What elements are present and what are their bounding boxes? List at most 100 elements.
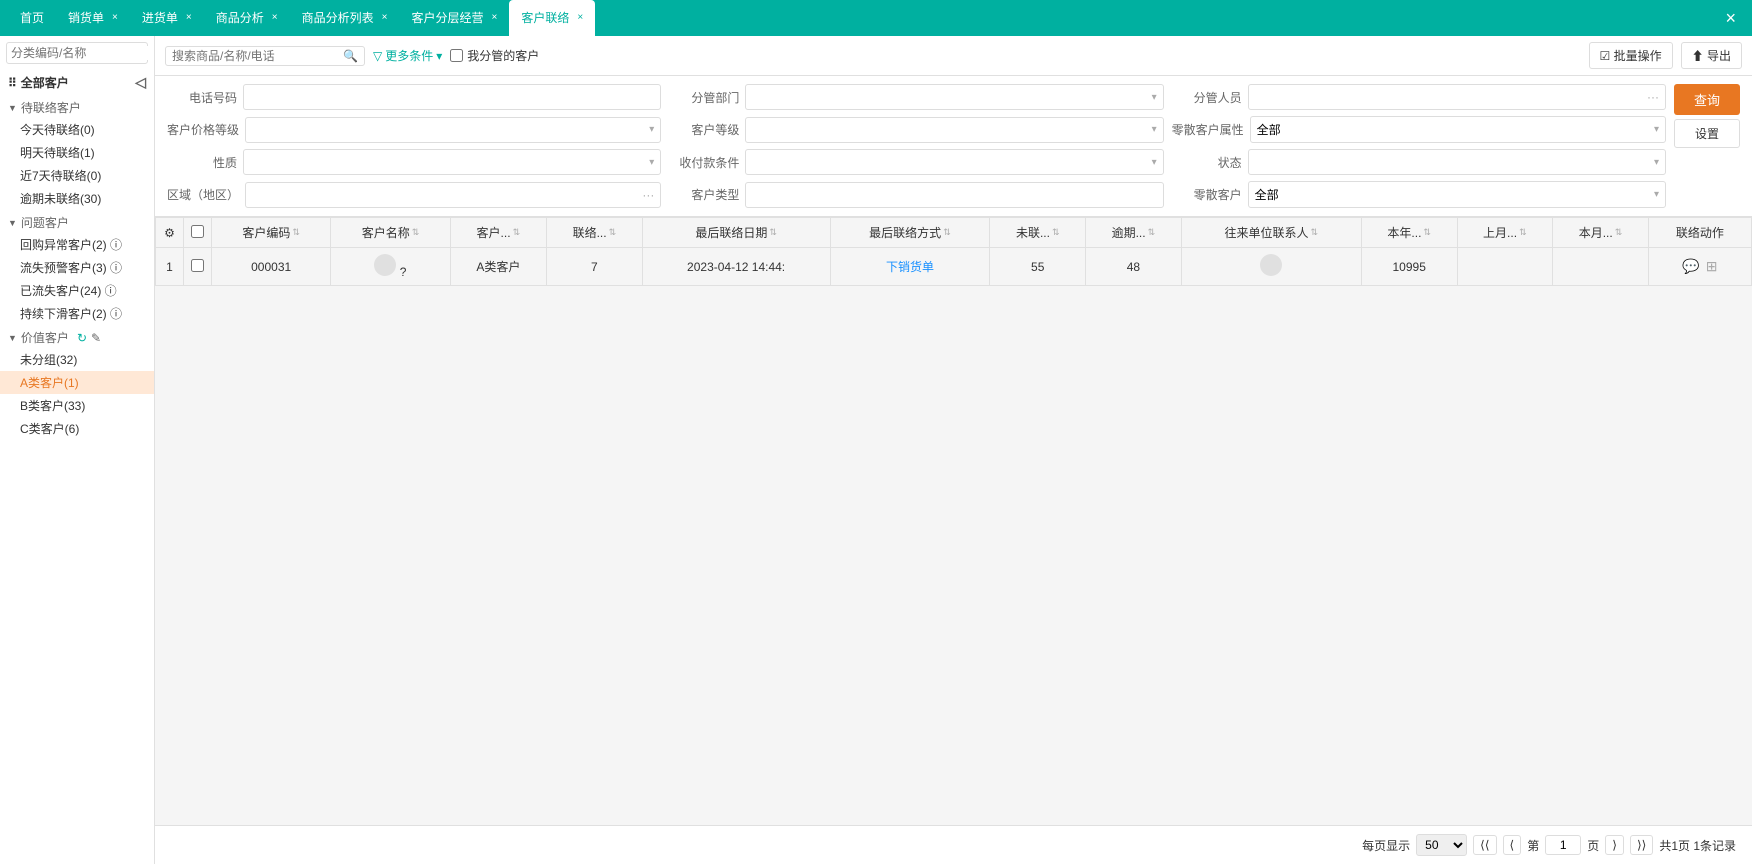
sidebar-item-churned[interactable]: 已流失客户(24) ⓘ — [0, 279, 154, 302]
sidebar-collapse-icon[interactable]: ◁ — [135, 74, 146, 91]
pagination-bar: 每页显示 50 10 20 100 ⟨⟨ ⟨ 第 页 ⟩ ⟩⟩ 共1页 1条记录 — [155, 825, 1752, 864]
region-input[interactable]: ··· — [245, 182, 661, 208]
nav-customer-contact[interactable]: 客户联络 × — [509, 0, 595, 36]
row-not-contacted: 55 — [990, 248, 1086, 286]
nav-purchase-order[interactable]: 进货单 × — [130, 0, 204, 36]
sidebar-item-class-a[interactable]: A类客户(1) — [0, 371, 154, 394]
nature-select[interactable]: ▾ — [243, 149, 661, 175]
sidebar-search-box[interactable]: 🔍 — [6, 42, 148, 64]
col-settings[interactable]: ⚙ — [156, 218, 184, 248]
triangle-down-icon: ▼ — [8, 103, 17, 113]
col-this-month[interactable]: 本月... ⇅ — [1553, 218, 1649, 248]
sidebar-item-churn-warning[interactable]: 流失预警客户(3) ⓘ — [0, 256, 154, 279]
filter-search-input[interactable] — [172, 49, 343, 63]
nav-product-analysis-list[interactable]: 商品分析列表 × — [290, 0, 400, 36]
close-customer-segment-icon[interactable]: × — [491, 0, 497, 36]
my-customers-checkbox[interactable]: 我分管的客户 — [450, 47, 539, 64]
row-last-contact-method[interactable]: 下销货单 — [830, 248, 990, 286]
filter-row-3: 性质 ▾ 收付款条件 ▾ 状态 — [167, 149, 1666, 175]
sidebar-item-class-c[interactable]: C类客户(6) — [0, 417, 154, 440]
retail-customer-select[interactable]: 全部▾ — [1248, 181, 1666, 208]
per-page-select[interactable]: 50 10 20 100 — [1416, 834, 1467, 856]
last-page-button[interactable]: ⟩⟩ — [1630, 835, 1653, 855]
qr-action-icon[interactable]: ⊞ — [1706, 258, 1718, 275]
filter-search-icon: 🔍 — [343, 49, 358, 63]
nature-label: 性质 — [167, 154, 237, 171]
retail-customer-label: 零散客户 — [1172, 186, 1242, 203]
filter-search-box[interactable]: 🔍 — [165, 46, 365, 66]
nav-sales-order[interactable]: 销货单 × — [56, 0, 130, 36]
export-button[interactable]: ⬆ 导出 — [1681, 42, 1742, 69]
sort-icon-cat: ⇅ — [513, 227, 521, 238]
manager-input[interactable]: ··· — [1248, 84, 1666, 110]
sidebar-item-today-contact[interactable]: 今天待联络(0) — [0, 118, 154, 141]
global-close-button[interactable]: × — [1717, 8, 1744, 29]
row-name: ? — [331, 248, 450, 286]
customer-type-input[interactable] — [745, 182, 1163, 208]
query-button[interactable]: 查询 — [1674, 84, 1740, 115]
row-checkbox[interactable] — [184, 248, 212, 286]
close-product-analysis-icon[interactable]: × — [272, 0, 278, 36]
sidebar-group-problem-customers[interactable]: ▼ 问题客户 — [0, 210, 154, 233]
phone-input[interactable] — [243, 84, 661, 110]
payment-select[interactable]: ▾ — [745, 149, 1163, 175]
batch-operation-button[interactable]: ☑ 批量操作 — [1589, 42, 1673, 69]
close-purchase-order-icon[interactable]: × — [186, 0, 192, 36]
sort-icon-overdue: ⇅ — [1148, 227, 1156, 238]
select-all-checkbox[interactable] — [191, 225, 204, 238]
dept-select[interactable]: ▾ — [745, 84, 1163, 110]
nav-home[interactable]: 首页 — [8, 0, 56, 36]
price-level-label: 客户价格等级 — [167, 121, 239, 138]
my-customers-checkbox-input[interactable] — [450, 49, 463, 62]
col-checkbox[interactable] — [184, 218, 212, 248]
sidebar-item-unclassified[interactable]: 未分组(32) — [0, 348, 154, 371]
filter-row-2: 客户价格等级 ▾ 客户等级 ▾ 零散客户属性 — [167, 116, 1666, 143]
col-overdue[interactable]: 逾期... ⇅ — [1086, 218, 1182, 248]
sidebar-item-declining[interactable]: 持续下滑客户(2) ⓘ — [0, 302, 154, 325]
status-select[interactable]: ▾ — [1248, 149, 1666, 175]
table-scroll-container[interactable]: ⚙ 客户编码 ⇅ 客户名称 — [155, 217, 1752, 825]
sidebar-item-class-b[interactable]: B类客户(33) — [0, 394, 154, 417]
customer-level-select[interactable]: ▾ — [745, 117, 1163, 143]
page-input[interactable] — [1545, 835, 1581, 855]
sidebar-group-value-customers[interactable]: ▼ 价值客户 ↻ ✎ — [0, 325, 154, 348]
message-action-icon[interactable]: 💬 — [1682, 258, 1699, 275]
price-level-select[interactable]: ▾ — [245, 117, 661, 143]
grid-icon: ⠿ — [8, 76, 17, 90]
nav-product-analysis[interactable]: 商品分析 × — [204, 0, 290, 36]
prev-page-button[interactable]: ⟨ — [1503, 835, 1522, 855]
more-conditions-button[interactable]: ▽ 更多条件 ▾ — [373, 47, 442, 64]
setting-button[interactable]: 设置 — [1674, 119, 1740, 148]
nav-customer-segment[interactable]: 客户分层经营 × — [399, 0, 509, 36]
sidebar-search-input[interactable] — [11, 46, 155, 60]
col-customer-code[interactable]: 客户编码 ⇅ — [212, 218, 331, 248]
col-last-contact-method[interactable]: 最后联络方式 ⇅ — [830, 218, 990, 248]
sidebar-group-pending-contact[interactable]: ▼ 待联络客户 — [0, 95, 154, 118]
sidebar-item-7days-contact[interactable]: 近7天待联络(0) — [0, 164, 154, 187]
col-last-month[interactable]: 上月... ⇅ — [1457, 218, 1553, 248]
col-contacts[interactable]: 往来单位联系人 ⇅ — [1181, 218, 1361, 248]
close-product-analysis-list-icon[interactable]: × — [382, 0, 388, 36]
col-contact-count[interactable]: 联络... ⇅ — [547, 218, 643, 248]
funnel-icon: ▽ — [373, 49, 382, 63]
filter-actions: 查询 设置 — [1674, 84, 1740, 208]
filter-price-level: 客户价格等级 ▾ — [167, 117, 661, 143]
row-contact-count: 7 — [547, 248, 643, 286]
first-page-button[interactable]: ⟨⟨ — [1473, 835, 1496, 855]
sidebar-item-tomorrow-contact[interactable]: 明天待联络(1) — [0, 141, 154, 164]
close-customer-contact-icon[interactable]: × — [577, 0, 583, 36]
col-customer-name[interactable]: 客户名称 ⇅ — [331, 218, 450, 248]
col-action: 联络动作 — [1648, 218, 1751, 248]
sidebar-item-repurchase-abnormal[interactable]: 回购异常客户(2) ⓘ — [0, 233, 154, 256]
refresh-icon[interactable]: ↻ — [77, 331, 87, 345]
sidebar-item-overdue-contact[interactable]: 逾期未联络(30) — [0, 187, 154, 210]
col-customer-cat[interactable]: 客户... ⇅ — [450, 218, 546, 248]
retail-attr-select[interactable]: 全部▾ — [1250, 116, 1666, 143]
col-this-year[interactable]: 本年... ⇅ — [1361, 218, 1457, 248]
edit-icon[interactable]: ✎ — [91, 331, 101, 345]
row-select-checkbox[interactable] — [191, 259, 204, 272]
col-not-contacted[interactable]: 未联... ⇅ — [990, 218, 1086, 248]
next-page-button[interactable]: ⟩ — [1605, 835, 1624, 855]
close-sales-order-icon[interactable]: × — [112, 0, 118, 36]
col-last-contact-date[interactable]: 最后联络日期 ⇅ — [642, 218, 830, 248]
